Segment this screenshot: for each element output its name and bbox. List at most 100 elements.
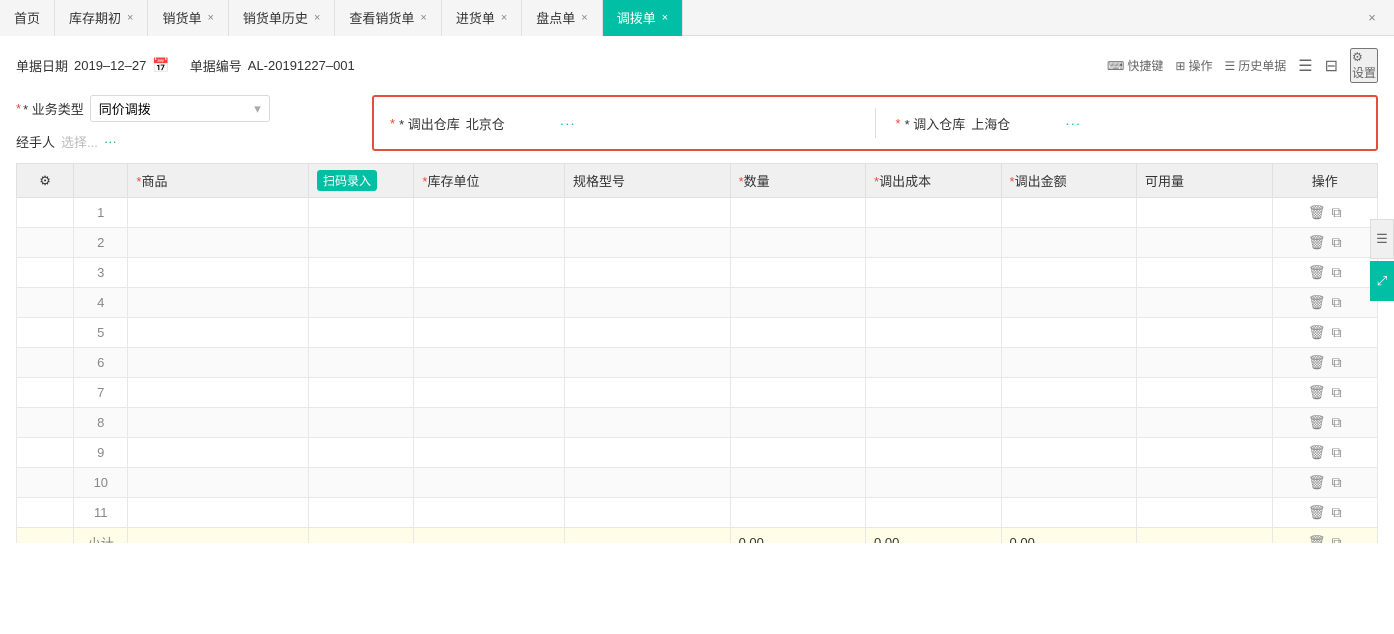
cell-amount-6[interactable]: [1001, 348, 1136, 378]
delete-icon-8[interactable]: 🗑: [1308, 414, 1326, 431]
copy-icon-2[interactable]: ⧉: [1332, 234, 1342, 251]
cell-qty-6[interactable]: [730, 348, 865, 378]
shortcut-btn[interactable]: ⌨ 快捷键: [1107, 57, 1163, 74]
layout-grid-icon[interactable]: ⊟: [1325, 56, 1338, 76]
cell-unit-6[interactable]: [414, 348, 565, 378]
cell-cost-1[interactable]: [866, 198, 1001, 228]
delete-icon-1[interactable]: 🗑: [1308, 204, 1326, 221]
cell-cost-5[interactable]: [866, 318, 1001, 348]
cell-product-6[interactable]: [128, 348, 309, 378]
cell-unit-9[interactable]: [414, 438, 565, 468]
cell-spec-9[interactable]: [564, 438, 730, 468]
out-warehouse-dots-icon[interactable]: ···: [560, 116, 576, 131]
cell-cost-10[interactable]: [866, 468, 1001, 498]
copy-icon-8[interactable]: ⧉: [1332, 414, 1342, 431]
delete-icon-2[interactable]: 🗑: [1308, 234, 1326, 251]
cell-product-7[interactable]: [128, 378, 309, 408]
copy-icon-7[interactable]: ⧉: [1332, 384, 1342, 401]
cell-qty-8[interactable]: [730, 408, 865, 438]
cell-unit-7[interactable]: [414, 378, 565, 408]
tab-home[interactable]: 首页: [0, 0, 55, 36]
in-warehouse-dots-icon[interactable]: ···: [1065, 116, 1081, 131]
cell-cost-6[interactable]: [866, 348, 1001, 378]
cell-amount-7[interactable]: [1001, 378, 1136, 408]
subtotal-delete-icon[interactable]: 🗑: [1308, 534, 1326, 543]
cell-product-4[interactable]: [128, 288, 309, 318]
cell-cost-7[interactable]: [866, 378, 1001, 408]
cell-cost-9[interactable]: [866, 438, 1001, 468]
cell-unit-8[interactable]: [414, 408, 565, 438]
cell-spec-11[interactable]: [564, 498, 730, 528]
cell-amount-2[interactable]: [1001, 228, 1136, 258]
cell-unit-2[interactable]: [414, 228, 565, 258]
cell-qty-4[interactable]: [730, 288, 865, 318]
cell-unit-10[interactable]: [414, 468, 565, 498]
setting-btn[interactable]: ⚙ 设置: [1350, 48, 1378, 83]
float-external-btn[interactable]: ⤢: [1370, 261, 1394, 301]
cell-cost-4[interactable]: [866, 288, 1001, 318]
cell-spec-1[interactable]: [564, 198, 730, 228]
cell-product-9[interactable]: [128, 438, 309, 468]
cell-amount-10[interactable]: [1001, 468, 1136, 498]
cell-product-3[interactable]: [128, 258, 309, 288]
barcode-scan-btn[interactable]: 扫码录入: [317, 170, 377, 191]
cell-qty-7[interactable]: [730, 378, 865, 408]
cell-amount-9[interactable]: [1001, 438, 1136, 468]
tab-purchase[interactable]: 进货单 ×: [442, 0, 522, 36]
tab-close-inventory-init[interactable]: ×: [127, 12, 133, 24]
tab-sales-history[interactable]: 销货单历史 ×: [229, 0, 335, 36]
th-gear[interactable]: ⚙: [17, 164, 74, 198]
cell-unit-4[interactable]: [414, 288, 565, 318]
cell-product-8[interactable]: [128, 408, 309, 438]
cell-amount-5[interactable]: [1001, 318, 1136, 348]
tab-view-sales[interactable]: 查看销货单 ×: [335, 0, 441, 36]
cell-spec-10[interactable]: [564, 468, 730, 498]
cell-cost-8[interactable]: [866, 408, 1001, 438]
person-dots-icon[interactable]: ···: [104, 134, 117, 149]
person-select[interactable]: 选择...: [61, 132, 98, 151]
cell-spec-6[interactable]: [564, 348, 730, 378]
delete-icon-9[interactable]: 🗑: [1308, 444, 1326, 461]
delete-icon-3[interactable]: 🗑: [1308, 264, 1326, 281]
cell-amount-11[interactable]: [1001, 498, 1136, 528]
copy-icon-9[interactable]: ⧉: [1332, 444, 1342, 461]
cell-qty-10[interactable]: [730, 468, 865, 498]
delete-icon-6[interactable]: 🗑: [1308, 354, 1326, 371]
delete-icon-4[interactable]: 🗑: [1308, 294, 1326, 311]
cell-qty-11[interactable]: [730, 498, 865, 528]
copy-icon-3[interactable]: ⧉: [1332, 264, 1342, 281]
tab-close-sales-history[interactable]: ×: [314, 12, 320, 24]
cell-cost-2[interactable]: [866, 228, 1001, 258]
tab-sales-order[interactable]: 销货单 ×: [148, 0, 228, 36]
cell-qty-3[interactable]: [730, 258, 865, 288]
delete-icon-5[interactable]: 🗑: [1308, 324, 1326, 341]
cell-product-10[interactable]: [128, 468, 309, 498]
cell-unit-11[interactable]: [414, 498, 565, 528]
cell-spec-2[interactable]: [564, 228, 730, 258]
cell-spec-7[interactable]: [564, 378, 730, 408]
cell-qty-1[interactable]: [730, 198, 865, 228]
copy-icon-4[interactable]: ⧉: [1332, 294, 1342, 311]
tab-close-view-sales[interactable]: ×: [420, 12, 426, 24]
tab-inventory-init[interactable]: 库存期初 ×: [55, 0, 148, 36]
float-list-btn[interactable]: ☰: [1370, 219, 1394, 259]
calendar-icon[interactable]: 📅: [152, 57, 169, 74]
cell-spec-3[interactable]: [564, 258, 730, 288]
history-btn[interactable]: ☰ 历史单据: [1224, 57, 1286, 74]
tab-close-purchase[interactable]: ×: [501, 12, 507, 24]
subtotal-copy-icon[interactable]: ⧉: [1332, 534, 1342, 543]
copy-icon-6[interactable]: ⧉: [1332, 354, 1342, 371]
cell-unit-1[interactable]: [414, 198, 565, 228]
copy-icon-5[interactable]: ⧉: [1332, 324, 1342, 341]
cell-spec-4[interactable]: [564, 288, 730, 318]
cell-spec-5[interactable]: [564, 318, 730, 348]
cell-cost-11[interactable]: [866, 498, 1001, 528]
copy-icon-11[interactable]: ⧉: [1332, 504, 1342, 521]
cell-qty-9[interactable]: [730, 438, 865, 468]
delete-icon-7[interactable]: 🗑: [1308, 384, 1326, 401]
tab-stocktake[interactable]: 盘点单 ×: [522, 0, 602, 36]
copy-icon-1[interactable]: ⧉: [1332, 204, 1342, 221]
tab-close-sales-order[interactable]: ×: [207, 12, 213, 24]
cell-product-11[interactable]: [128, 498, 309, 528]
cell-spec-8[interactable]: [564, 408, 730, 438]
